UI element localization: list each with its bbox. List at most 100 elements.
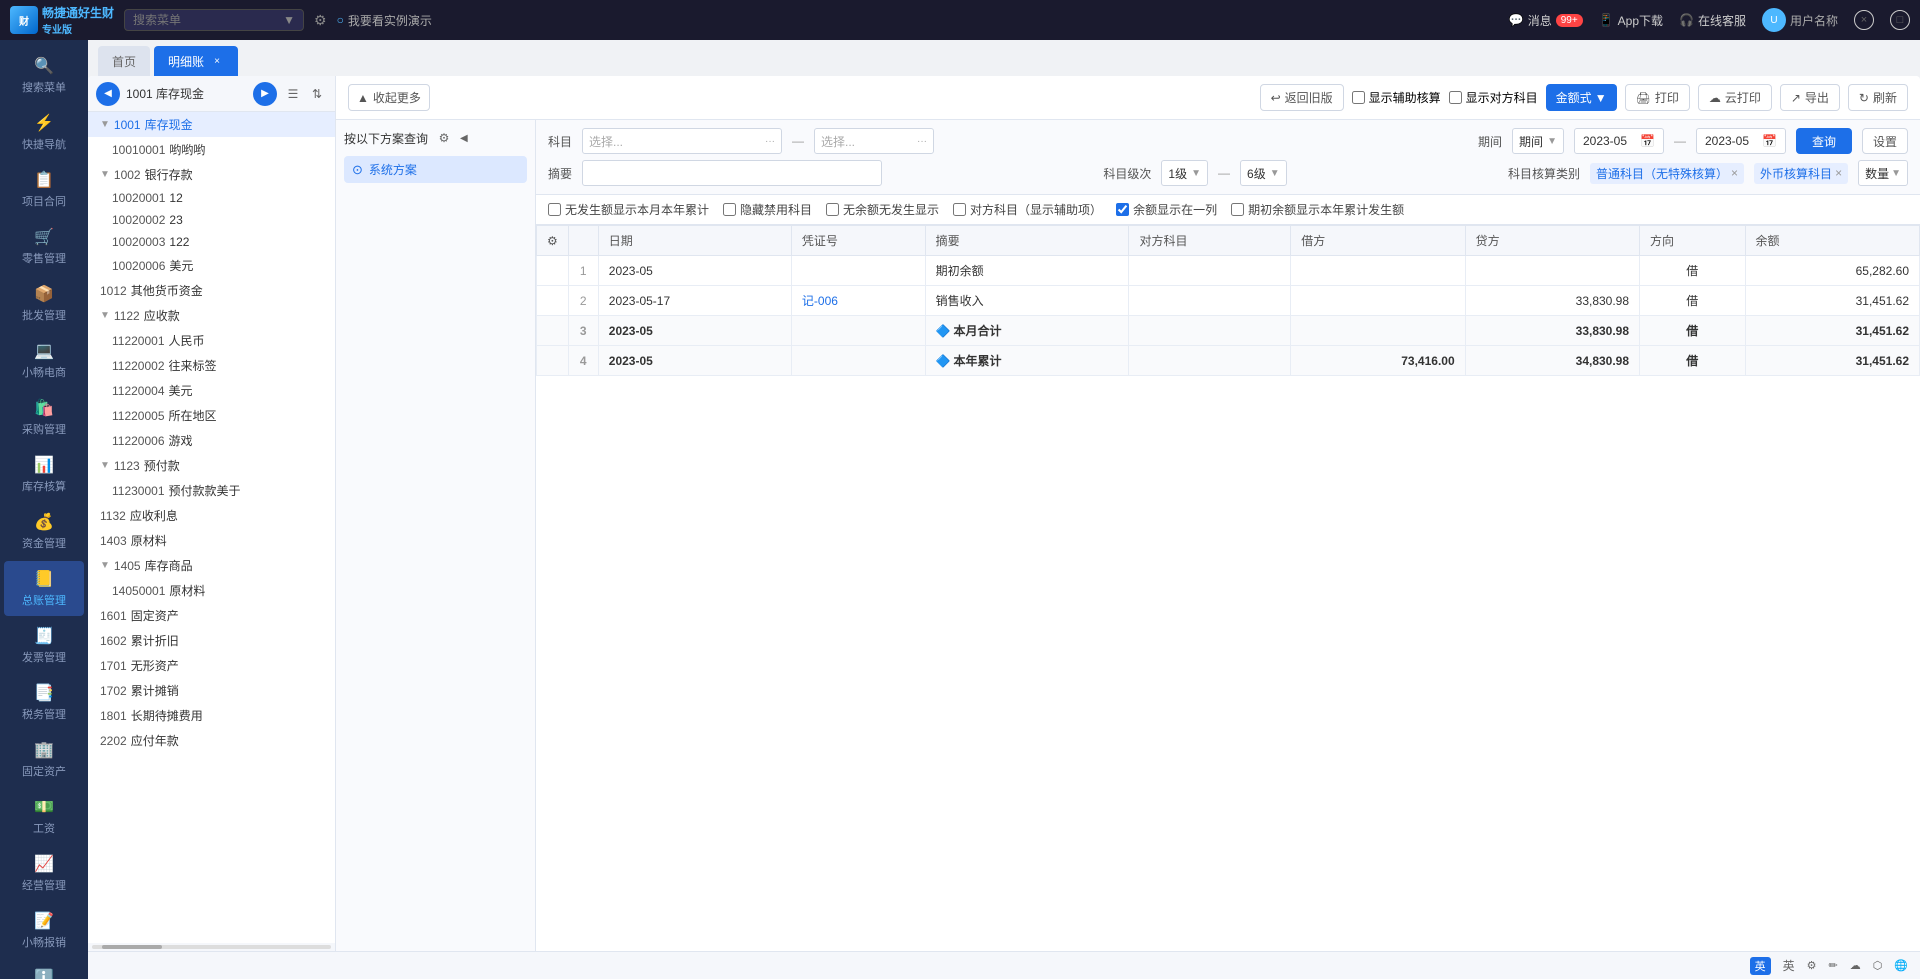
print-btn[interactable]: 🖨 打印 [1625,84,1690,111]
demo-link[interactable]: ○ 我要看实例演示 [337,12,432,29]
check-opening-input[interactable] [1231,203,1244,216]
bottom-lang-en[interactable]: 英 [1783,957,1795,974]
sidebar-item-basic[interactable]: ℹ️ 基础信息 [4,960,84,979]
message-btn[interactable]: 💬 消息 99+ [1509,12,1583,29]
account-item-1405[interactable]: ▼ 1405 库存商品 [88,553,335,578]
check-opening[interactable]: 期初余额显示本年累计发生额 [1231,201,1404,218]
check-opposite-input[interactable] [953,203,966,216]
bottom-globe-icon[interactable]: 🌐 [1894,959,1908,972]
sidebar-item-assets[interactable]: 🏢 固定资产 [4,732,84,787]
sidebar-item-invoice[interactable]: 🧾 发票管理 [4,618,84,673]
account-item-11220004[interactable]: 11220004 美元 [88,378,335,403]
expand-icon[interactable]: ▼ [100,119,110,130]
scheme-item-system[interactable]: ⊙ 系统方案 [344,156,527,183]
check-hide-disabled-input[interactable] [723,203,736,216]
account-item-10020002[interactable]: 10020002 23 [88,209,335,231]
account-item-14050001[interactable]: 14050001 原材料 [88,578,335,603]
amount-format-btn[interactable]: 金额式 ▼ [1546,84,1617,111]
account-filter-input2[interactable]: 选择... ··· [814,128,934,154]
account-item-1123[interactable]: ▼ 1123 预付款 [88,453,335,478]
sidebar-item-expense[interactable]: 📝 小畅报销 [4,903,84,958]
search-dropdown-icon[interactable]: ▼ [283,13,295,27]
expand-icon[interactable]: ▼ [100,460,110,471]
expand-icon[interactable]: ▼ [100,310,110,321]
account-item-10020003[interactable]: 10020003 122 [88,231,335,253]
summary-input[interactable] [582,160,882,186]
refresh-btn[interactable]: ↻ 刷新 [1848,84,1908,111]
tag-close-foreign[interactable]: × [1835,166,1842,180]
sidebar-item-tax[interactable]: 📑 税务管理 [4,675,84,730]
account-next-btn[interactable]: ▶ [253,82,277,106]
sidebar-item-quick[interactable]: ⚡ 快捷导航 [4,105,84,160]
account-item-10010001[interactable]: 10010001 哟哟哟 [88,137,335,162]
sidebar-item-capital[interactable]: 💰 资金管理 [4,504,84,559]
tab-home[interactable]: 首页 [98,46,150,76]
bottom-settings-icon[interactable]: ⚙ [1807,959,1817,972]
sidebar-item-retail[interactable]: 🛒 零售管理 [4,219,84,274]
tree-sort-icon[interactable]: ⇅ [307,84,327,104]
sidebar-item-project[interactable]: 📋 项目合同 [4,162,84,217]
user-menu[interactable]: U 用户名称 [1762,8,1838,32]
top-search-box[interactable]: ▼ [124,9,304,31]
account-item-1602[interactable]: 1602 累计折旧 [88,628,335,653]
window-maximize-btn[interactable]: □ [1890,10,1910,30]
bottom-hex-icon[interactable]: ⬡ [1873,959,1883,972]
check-balance-one-col-input[interactable] [1116,203,1129,216]
sidebar-item-stock[interactable]: 📊 库存核算 [4,447,84,502]
sidebar-item-search[interactable]: 🔍 搜索菜单 [4,48,84,103]
account-item-1002[interactable]: ▼ 1002 银行存款 [88,162,335,187]
search-input[interactable] [133,13,273,27]
sidebar-item-mgmt[interactable]: 📈 经营管理 [4,846,84,901]
account-prev-btn[interactable]: ◀ [96,82,120,106]
account-item-11230001[interactable]: 11230001 预付款款美于 [88,478,335,503]
check-no-balance-show-input[interactable] [826,203,839,216]
show-opposite-input[interactable] [1449,91,1462,104]
bottom-lang-zh[interactable]: 英 [1750,957,1771,975]
tab-close-btn[interactable]: × [210,54,224,68]
check-balance-one-col[interactable]: 余额显示在一列 [1116,201,1217,218]
account-item-11220005[interactable]: 11220005 所在地区 [88,403,335,428]
show-aux-checkbox[interactable]: 显示辅助核算 [1352,89,1441,106]
check-no-balance[interactable]: 无发生额显示本月本年累计 [548,201,709,218]
period-type-select[interactable]: 期间 ▼ [1512,128,1564,154]
account-filter-input[interactable]: 选择... ··· [582,128,782,154]
account-level-end-select[interactable]: 6级 ▼ [1240,160,1287,186]
query-btn[interactable]: 查询 [1796,128,1852,154]
account-item-10020006[interactable]: 10020006 美元 [88,253,335,278]
date-end-input[interactable]: 2023-05 📅 [1696,128,1786,154]
gear-icon[interactable]: ⚙ [314,12,327,29]
sidebar-item-ledger[interactable]: 📒 总账管理 [4,561,84,616]
account-item-1403[interactable]: 1403 原材料 [88,528,335,553]
expand-icon[interactable]: ▼ [100,169,110,180]
account-item-11220006[interactable]: 11220006 游戏 [88,428,335,453]
filter-collapse-arrow[interactable]: ◀ [460,133,468,144]
export-btn[interactable]: ↗ 导出 [1780,84,1840,111]
sidebar-item-payroll[interactable]: 💵 工资 [4,789,84,844]
account-hscroll-thumb[interactable] [102,945,162,949]
account-item-1012[interactable]: 1012 其他货币资金 [88,278,335,303]
return-old-btn[interactable]: ↩ 返回旧版 [1260,84,1344,111]
account-item-11220001[interactable]: 11220001 人民币 [88,328,335,353]
account-item-1001[interactable]: ▼ 1001 库存现金 [88,112,335,137]
show-aux-input[interactable] [1352,91,1365,104]
quantity-filter-tag[interactable]: 数量 ▼ [1858,160,1908,186]
sidebar-item-purchase[interactable]: 🛍️ 采购管理 [4,390,84,445]
cloud-print-btn[interactable]: ☁ 云打印 [1698,84,1772,111]
tree-list-icon[interactable]: ☰ [283,84,303,104]
row-voucher-2[interactable]: 记-006 [791,286,925,316]
account-item-10020001[interactable]: 10020001 12 [88,187,335,209]
tag-close-normal[interactable]: × [1731,166,1738,180]
settings-btn[interactable]: 设置 [1862,128,1908,154]
tab-detail[interactable]: 明细账 × [154,46,238,76]
check-no-balance-input[interactable] [548,203,561,216]
collapse-more-btn[interactable]: ▲ 收起更多 [348,84,430,111]
account-item-1701[interactable]: 1701 无形资产 [88,653,335,678]
check-hide-disabled[interactable]: 隐藏禁用科目 [723,201,812,218]
online-service-btn[interactable]: 🎧 在线客服 [1679,12,1746,29]
account-item-1801[interactable]: 1801 长期待摊费用 [88,703,335,728]
app-download-btn[interactable]: 📱 App下载 [1599,12,1663,29]
window-close-btn[interactable]: × [1854,10,1874,30]
show-opposite-checkbox[interactable]: 显示对方科目 [1449,89,1538,106]
account-item-1601[interactable]: 1601 固定资产 [88,603,335,628]
bottom-cloud-icon[interactable]: ☁ [1850,959,1861,972]
